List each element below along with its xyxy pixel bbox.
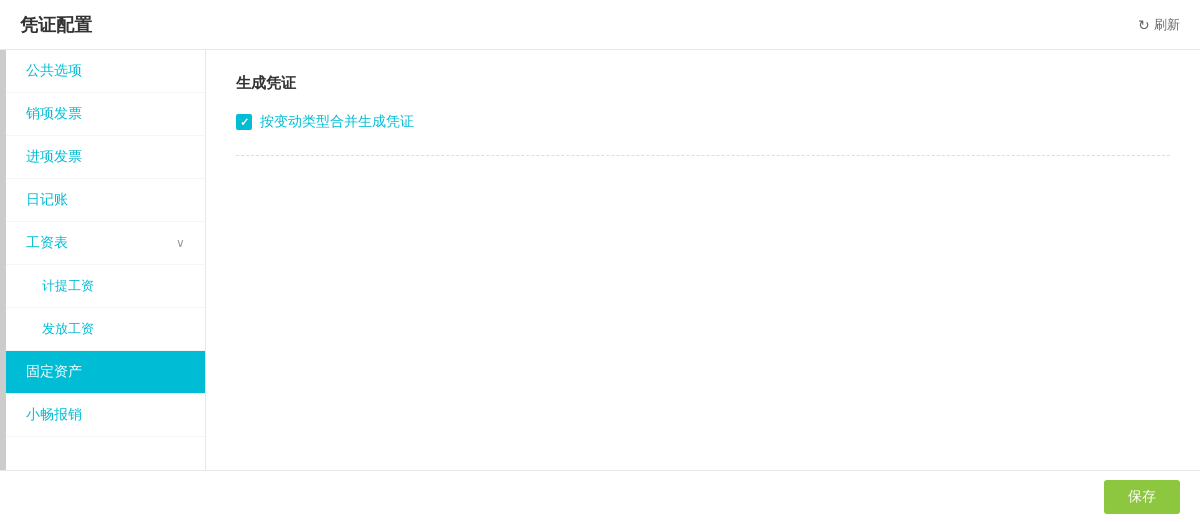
sidebar-item-label: 日记账 (26, 191, 68, 209)
chevron-down-icon: ∨ (176, 236, 185, 250)
sidebar-item-label: 进项发票 (26, 148, 82, 166)
refresh-label: 刷新 (1154, 16, 1180, 34)
sidebar-item-payroll-accrual[interactable]: 计提工资 (6, 265, 205, 308)
merge-checkbox[interactable] (236, 114, 252, 130)
sidebar-item-label: 公共选项 (26, 62, 82, 80)
sidebar-item-fixed-assets[interactable]: 固定资产 (6, 351, 205, 394)
content-area: 公共选项销项发票进项发票日记账工资表 ∨ 计提工资发放工资固定资产小畅报销 生成凭证… (0, 50, 1200, 470)
sidebar-item-label: 计提工资 (42, 277, 94, 295)
page-title: 凭证配置 (20, 13, 92, 37)
sidebar-item-label: 工资表 (26, 234, 68, 252)
sidebar-item-journal[interactable]: 日记账 (6, 179, 205, 222)
sidebar-item-label: 发放工资 (42, 320, 94, 338)
sidebar-item-payroll-distribution[interactable]: 发放工资 (6, 308, 205, 351)
merge-checkbox-label[interactable]: 按变动类型合并生成凭证 (260, 113, 414, 131)
sidebar-item-public-options[interactable]: 公共选项 (6, 50, 205, 93)
sidebar-item-label: 销项发票 (26, 105, 82, 123)
page-footer: 保存 (0, 470, 1200, 522)
sidebar-item-purchase-invoice[interactable]: 进项发票 (6, 136, 205, 179)
sidebar-item-payroll-table[interactable]: 工资表 ∨ (6, 222, 205, 265)
main-content: 生成凭证 按变动类型合并生成凭证 (206, 50, 1200, 470)
section-title: 生成凭证 (236, 74, 1170, 93)
section-divider (236, 155, 1170, 156)
refresh-icon: ↻ (1138, 17, 1150, 33)
sidebar-item-label: 固定资产 (26, 363, 82, 381)
sidebar: 公共选项销项发票进项发票日记账工资表 ∨ 计提工资发放工资固定资产小畅报销 (6, 50, 206, 470)
page-header: 凭证配置 ↻ 刷新 (0, 0, 1200, 50)
sidebar-item-label: 小畅报销 (26, 406, 82, 424)
sidebar-item-expense-reimbursement[interactable]: 小畅报销 (6, 394, 205, 437)
sidebar-item-sales-invoice[interactable]: 销项发票 (6, 93, 205, 136)
refresh-button[interactable]: ↻ 刷新 (1138, 16, 1180, 34)
save-button[interactable]: 保存 (1104, 480, 1180, 514)
checkbox-row: 按变动类型合并生成凭证 (236, 113, 1170, 131)
